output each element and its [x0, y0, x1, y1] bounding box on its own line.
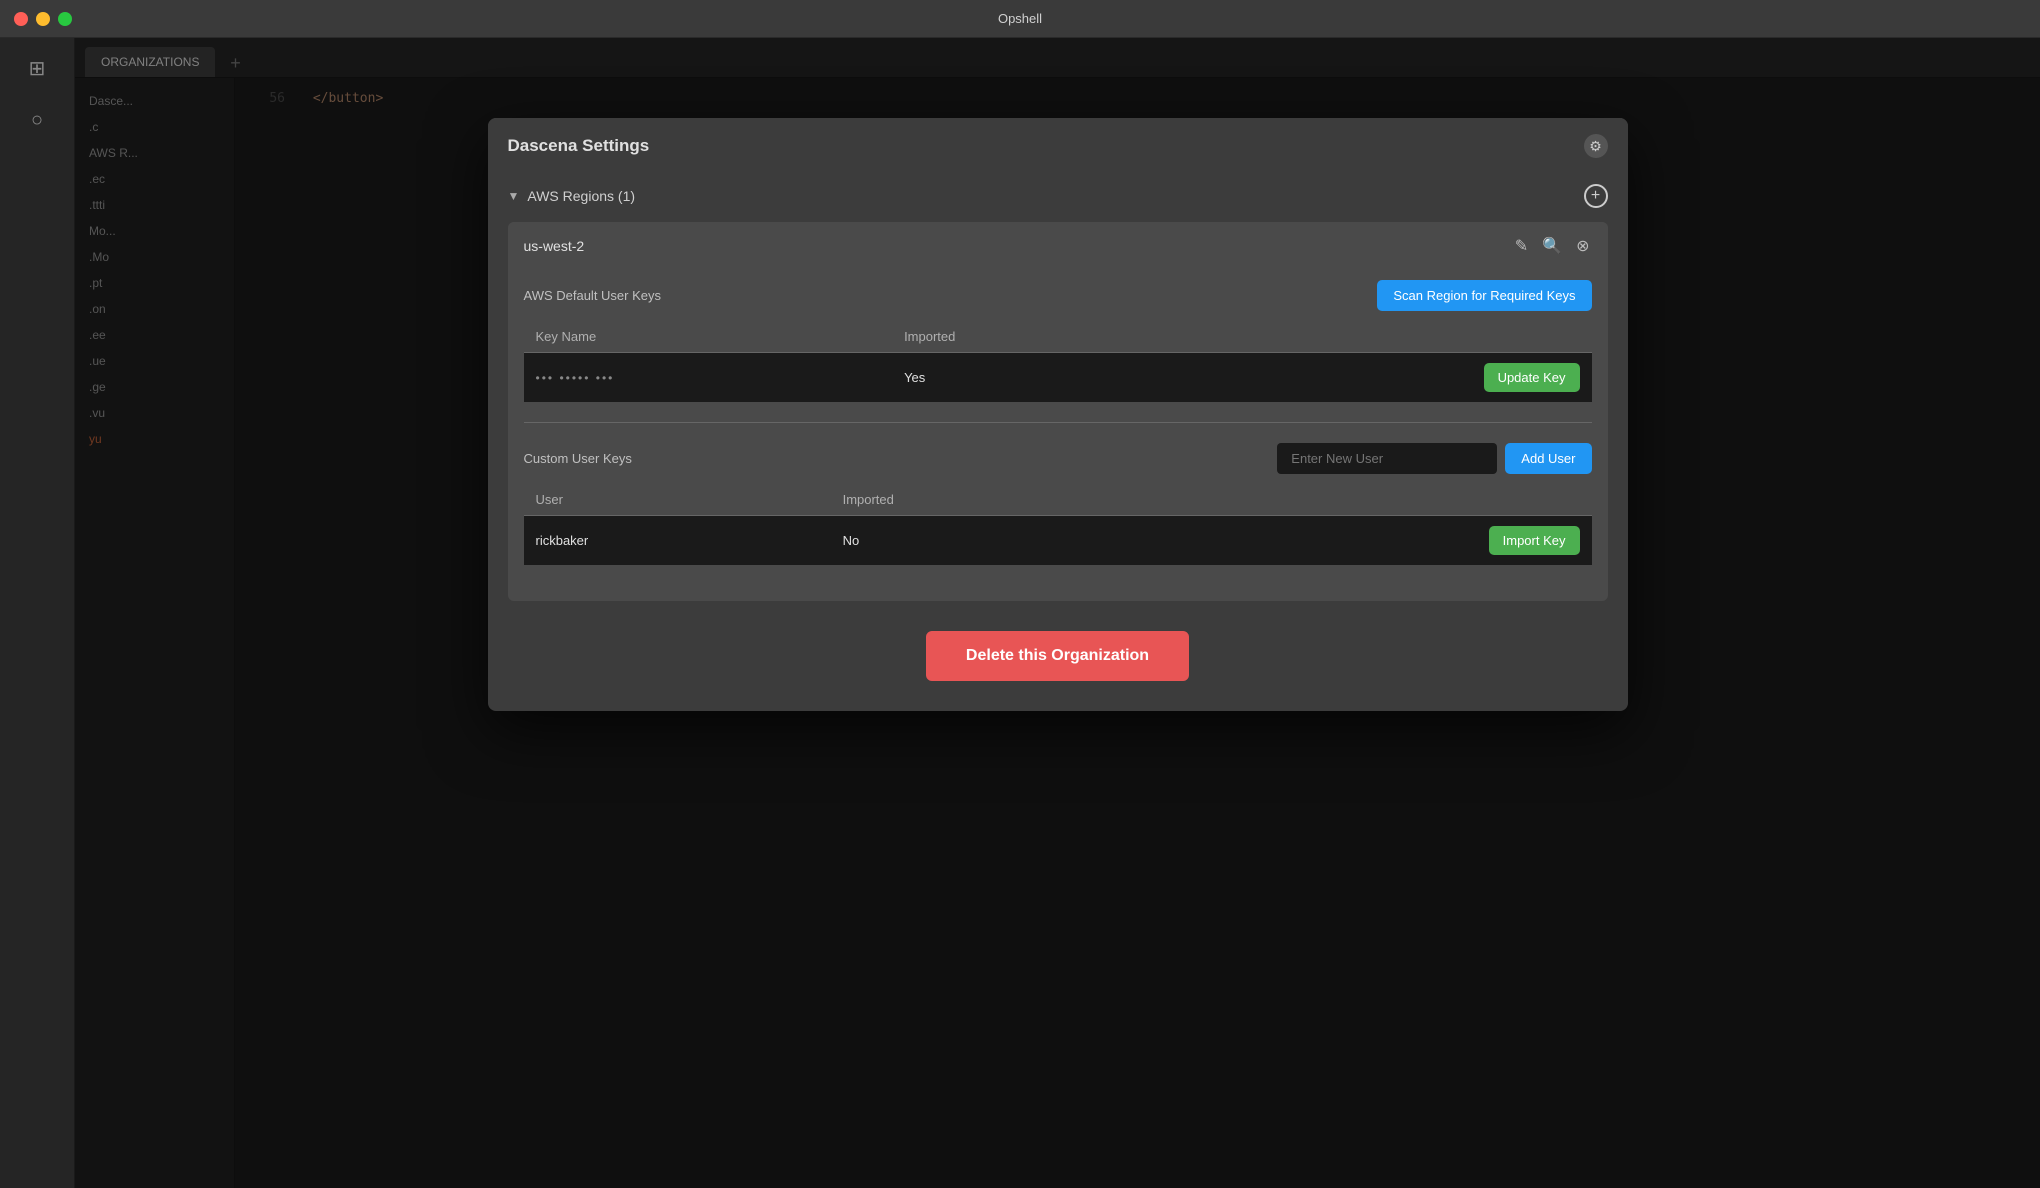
region-close-button[interactable]: ⊗: [1574, 234, 1591, 258]
window-title: Opshell: [998, 11, 1042, 26]
region-edit-button[interactable]: ✎: [1513, 234, 1530, 258]
col-action: [1162, 321, 1592, 353]
col-action-2: [1132, 484, 1592, 516]
masked-key-value: ••• ••••• •••: [536, 371, 615, 385]
delete-org-button[interactable]: Delete this Organization: [926, 631, 1189, 681]
custom-keys-section: Custom User Keys Add User: [524, 433, 1592, 565]
scan-region-button[interactable]: Scan Region for Required Keys: [1377, 280, 1591, 311]
default-keys-thead: Key Name Imported: [524, 321, 1592, 353]
region-search-button[interactable]: 🔍: [1540, 234, 1564, 258]
default-keys-header: AWS Default User Keys Scan Region for Re…: [524, 270, 1592, 321]
default-keys-label: AWS Default User Keys: [524, 288, 662, 303]
icon-sidebar: ⊞ ○: [0, 38, 75, 1188]
default-keys-tbody: ••• ••••• ••• Yes Update Key: [524, 353, 1592, 403]
window-controls: [14, 12, 72, 26]
maximize-button[interactable]: [58, 12, 72, 26]
delete-section: Delete this Organization: [508, 631, 1608, 691]
table-row: rickbaker No Import Key: [524, 516, 1592, 566]
update-key-cell: Update Key: [1162, 353, 1592, 403]
aws-regions-label: AWS Regions (1): [527, 188, 635, 204]
enter-user-input[interactable]: [1277, 443, 1497, 474]
add-user-button[interactable]: Add User: [1505, 443, 1591, 474]
grid-icon[interactable]: ⊞: [17, 48, 57, 88]
main-area: ORGANIZATIONS + Dasce... .c AWS R... .ec…: [75, 38, 2040, 1188]
settings-modal: Dascena Settings ⚙ ▼ AWS Regions (1) +: [488, 118, 1628, 711]
col-imported: Imported: [892, 321, 1162, 353]
region-card: us-west-2 ✎ 🔍 ⊗ AWS Default: [508, 222, 1608, 601]
custom-keys-controls: Add User: [1277, 443, 1591, 474]
default-keys-table: Key Name Imported ••• •••••: [524, 321, 1592, 402]
add-region-button[interactable]: +: [1584, 184, 1608, 208]
custom-keys-label: Custom User Keys: [524, 451, 632, 466]
modal-overlay: Dascena Settings ⚙ ▼ AWS Regions (1) +: [75, 38, 2040, 1188]
region-card-body: AWS Default User Keys Scan Region for Re…: [508, 270, 1608, 601]
key-name-cell: ••• ••••• •••: [524, 353, 893, 403]
default-keys-section: AWS Default User Keys Scan Region for Re…: [524, 270, 1592, 402]
col-imported-2: Imported: [831, 484, 1132, 516]
divider: [524, 422, 1592, 423]
custom-keys-header: Custom User Keys Add User: [524, 433, 1592, 484]
region-card-header: us-west-2 ✎ 🔍 ⊗: [508, 222, 1608, 270]
import-key-cell: Import Key: [1132, 516, 1592, 566]
modal-close-button[interactable]: ⚙: [1584, 134, 1608, 158]
col-key-name: Key Name: [524, 321, 893, 353]
modal-header: Dascena Settings ⚙: [488, 118, 1628, 174]
custom-keys-table: User Imported rickbaker No: [524, 484, 1592, 565]
imported-cell: Yes: [892, 353, 1162, 403]
custom-keys-tbody: rickbaker No Import Key: [524, 516, 1592, 566]
modal-title: Dascena Settings: [508, 136, 650, 156]
col-user: User: [524, 484, 831, 516]
user-cell: rickbaker: [524, 516, 831, 566]
region-name: us-west-2: [524, 238, 585, 254]
aws-regions-title[interactable]: ▼ AWS Regions (1): [508, 188, 636, 204]
modal-body: ▼ AWS Regions (1) + us-west-2 ✎ 🔍 ⊗: [488, 174, 1628, 711]
custom-keys-thead: User Imported: [524, 484, 1592, 516]
imported-cell-2: No: [831, 516, 1132, 566]
table-row: ••• ••••• ••• Yes Update Key: [524, 353, 1592, 403]
update-key-button[interactable]: Update Key: [1484, 363, 1580, 392]
minimize-button[interactable]: [36, 12, 50, 26]
close-button[interactable]: [14, 12, 28, 26]
custom-keys-header-row: User Imported: [524, 484, 1592, 516]
github-icon[interactable]: ○: [17, 100, 57, 140]
region-action-buttons: ✎ 🔍 ⊗: [1513, 234, 1592, 258]
import-key-button[interactable]: Import Key: [1489, 526, 1580, 555]
caret-icon: ▼: [508, 189, 520, 203]
titlebar: Opshell: [0, 0, 2040, 38]
default-keys-header-row: Key Name Imported: [524, 321, 1592, 353]
aws-regions-section-header: ▼ AWS Regions (1) +: [508, 184, 1608, 208]
